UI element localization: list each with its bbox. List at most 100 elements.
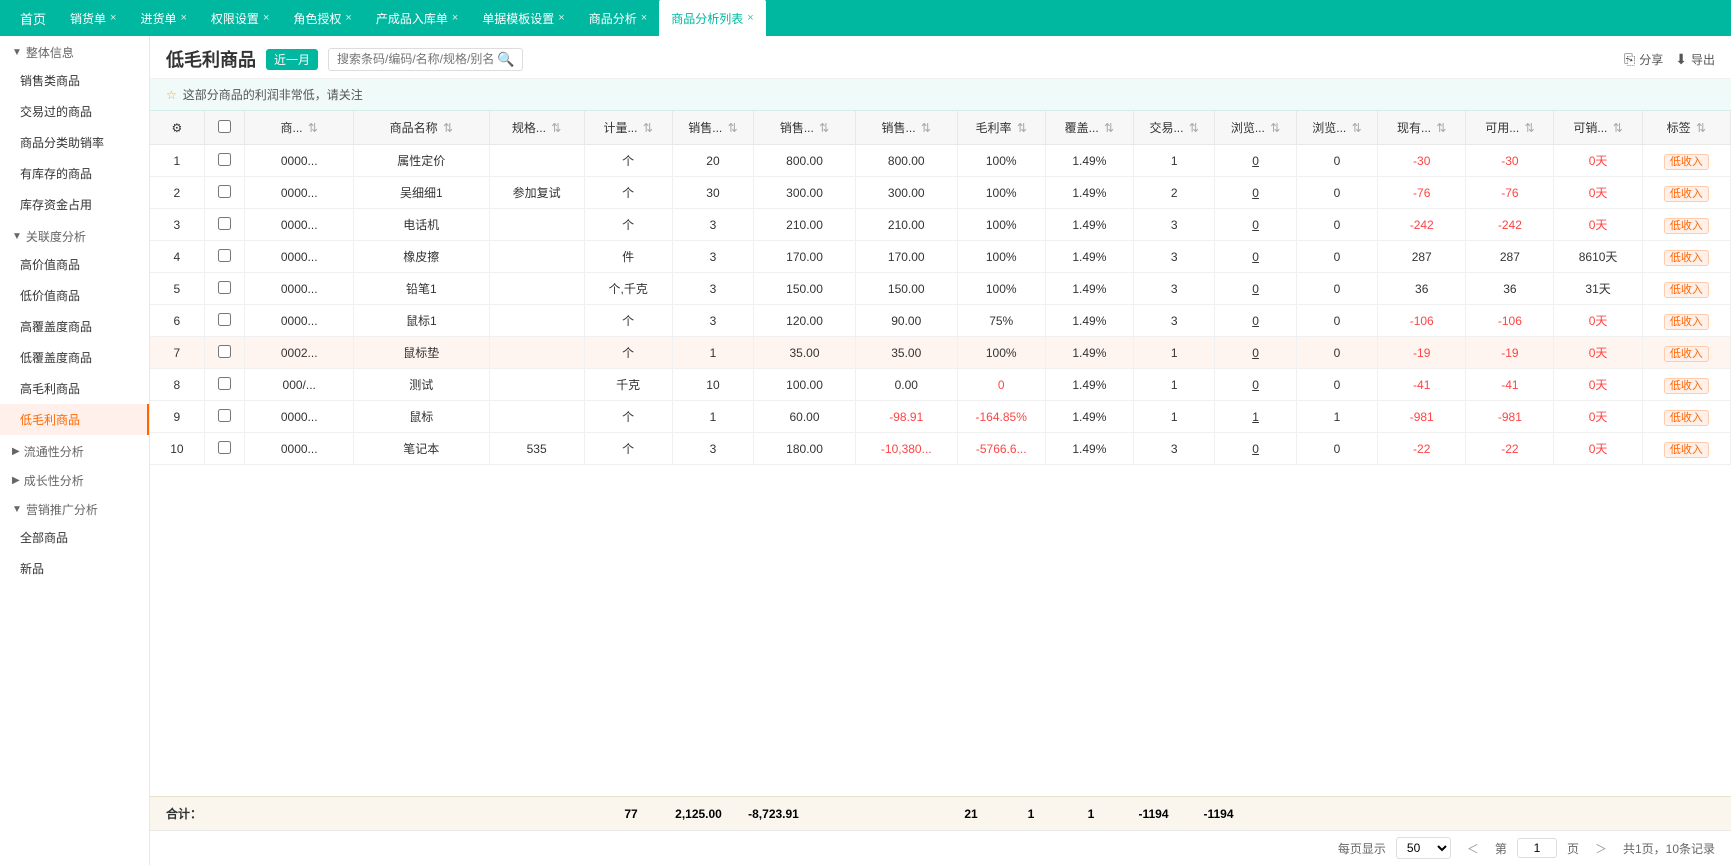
- th-view1[interactable]: 浏览... ⇅: [1215, 111, 1296, 145]
- sort-sales-price-icon[interactable]: ⇅: [819, 121, 829, 135]
- export-button[interactable]: ⬇ 导出: [1675, 51, 1715, 68]
- nav-item-analysis[interactable]: 商品分析 ×: [577, 0, 659, 36]
- sidebar-item-low-coverage[interactable]: 低覆盖度商品: [0, 342, 149, 373]
- sidebar-group-flow[interactable]: ▶ 流通性分析: [0, 435, 149, 464]
- sidebar-group-marketing[interactable]: ▼ 营销推广分析: [0, 493, 149, 522]
- row-checkbox[interactable]: [218, 441, 231, 454]
- sort-tag-icon[interactable]: ⇅: [1696, 121, 1706, 135]
- row-checkbox[interactable]: [218, 217, 231, 230]
- th-settings[interactable]: ⚙: [150, 111, 204, 145]
- row-checkbox[interactable]: [218, 185, 231, 198]
- th-tag[interactable]: 标签 ⇅: [1642, 111, 1730, 145]
- cell-view1[interactable]: 1: [1215, 401, 1296, 433]
- nav-item-roles[interactable]: 角色授权 ×: [281, 0, 363, 36]
- row-checkbox[interactable]: [218, 377, 231, 390]
- close-permissions-icon[interactable]: ×: [263, 12, 269, 24]
- cell-check[interactable]: [204, 337, 245, 369]
- sidebar-item-in-stock[interactable]: 有库存的商品: [0, 158, 149, 189]
- cell-check[interactable]: [204, 241, 245, 273]
- sort-code-icon[interactable]: ⇅: [308, 121, 318, 135]
- close-roles-icon[interactable]: ×: [345, 12, 351, 24]
- cell-check[interactable]: [204, 177, 245, 209]
- th-avail[interactable]: 可用... ⇅: [1466, 111, 1554, 145]
- sort-gross-rate-icon[interactable]: ⇅: [1017, 121, 1027, 135]
- th-current[interactable]: 现有... ⇅: [1378, 111, 1466, 145]
- cell-view1[interactable]: 0: [1215, 369, 1296, 401]
- sidebar-item-all-goods[interactable]: 全部商品: [0, 522, 149, 553]
- table-container[interactable]: ⚙ 商... ⇅ 商品名称 ⇅ 规格... ⇅ 计量... ⇅ 销售... ⇅ …: [150, 111, 1731, 796]
- close-analysis-icon[interactable]: ×: [641, 12, 647, 24]
- sort-sales-profit-icon[interactable]: ⇅: [921, 121, 931, 135]
- sidebar-item-low-value[interactable]: 低价值商品: [0, 280, 149, 311]
- sidebar-group-growth[interactable]: ▶ 成长性分析: [0, 464, 149, 493]
- th-view2[interactable]: 浏览... ⇅: [1296, 111, 1377, 145]
- sidebar-item-capital[interactable]: 库存资金占用: [0, 189, 149, 220]
- sidebar-item-sales-goods[interactable]: 销售类商品: [0, 65, 149, 96]
- close-templates-icon[interactable]: ×: [558, 12, 564, 24]
- search-icon[interactable]: 🔍: [497, 51, 514, 68]
- th-gross-rate[interactable]: 毛利率 ⇅: [957, 111, 1045, 145]
- th-cover[interactable]: 覆盖... ⇅: [1045, 111, 1133, 145]
- cell-check[interactable]: [204, 145, 245, 177]
- select-all-checkbox[interactable]: [218, 120, 231, 133]
- cell-view1[interactable]: 0: [1215, 337, 1296, 369]
- sort-avail-icon[interactable]: ⇅: [1525, 121, 1535, 135]
- cell-view1[interactable]: 0: [1215, 273, 1296, 305]
- sort-sellable-icon[interactable]: ⇅: [1613, 121, 1623, 135]
- sidebar-group-correlation[interactable]: ▼ 关联度分析: [0, 220, 149, 249]
- sidebar-item-new-goods[interactable]: 新品: [0, 553, 149, 584]
- sort-name-icon[interactable]: ⇅: [443, 121, 453, 135]
- th-trade[interactable]: 交易... ⇅: [1133, 111, 1214, 145]
- sidebar-item-high-coverage[interactable]: 高覆盖度商品: [0, 311, 149, 342]
- prev-page-button[interactable]: ＜: [1461, 838, 1485, 859]
- th-sales-profit[interactable]: 销售... ⇅: [855, 111, 957, 145]
- sort-trade-icon[interactable]: ⇅: [1189, 121, 1199, 135]
- th-name[interactable]: 商品名称 ⇅: [353, 111, 489, 145]
- th-unit[interactable]: 计量... ⇅: [584, 111, 672, 145]
- sidebar-item-category-rate[interactable]: 商品分类助销率: [0, 127, 149, 158]
- th-code[interactable]: 商... ⇅: [245, 111, 354, 145]
- th-sales-price[interactable]: 销售... ⇅: [754, 111, 856, 145]
- nav-item-products[interactable]: 产成品入库单 ×: [364, 0, 470, 36]
- sidebar-group-overall[interactable]: ▼ 整体信息: [0, 36, 149, 65]
- cell-check[interactable]: [204, 273, 245, 305]
- cell-check[interactable]: [204, 305, 245, 337]
- th-spec[interactable]: 规格... ⇅: [489, 111, 584, 145]
- sidebar-item-high-margin[interactable]: 高毛利商品: [0, 373, 149, 404]
- cell-check[interactable]: [204, 369, 245, 401]
- close-products-icon[interactable]: ×: [452, 12, 458, 24]
- row-checkbox[interactable]: [218, 409, 231, 422]
- th-sales-qty[interactable]: 销售... ⇅: [672, 111, 753, 145]
- date-badge[interactable]: 近一月: [266, 49, 318, 70]
- nav-item-analysis-list[interactable]: 商品分析列表 ×: [659, 0, 765, 36]
- sidebar-item-low-margin[interactable]: 低毛利商品: [0, 404, 149, 435]
- cell-check[interactable]: [204, 401, 245, 433]
- sort-view2-icon[interactable]: ⇅: [1352, 121, 1362, 135]
- sort-unit-icon[interactable]: ⇅: [643, 121, 653, 135]
- nav-item-purchase[interactable]: 进货单 ×: [128, 0, 198, 36]
- cell-check[interactable]: [204, 209, 245, 241]
- share-button[interactable]: ⎘ 分享: [1624, 51, 1663, 68]
- th-checkbox[interactable]: [204, 111, 245, 145]
- sort-current-icon[interactable]: ⇅: [1436, 121, 1446, 135]
- cell-view1[interactable]: 0: [1215, 177, 1296, 209]
- cell-view1[interactable]: 0: [1215, 209, 1296, 241]
- sort-spec-icon[interactable]: ⇅: [551, 121, 561, 135]
- row-checkbox[interactable]: [218, 313, 231, 326]
- cell-view1[interactable]: 0: [1215, 145, 1296, 177]
- close-sales-icon[interactable]: ×: [110, 12, 116, 24]
- close-analysis-list-icon[interactable]: ×: [747, 12, 753, 24]
- per-page-select[interactable]: 50 20 100: [1396, 837, 1451, 859]
- cell-check[interactable]: [204, 433, 245, 465]
- sidebar-item-high-value[interactable]: 高价值商品: [0, 249, 149, 280]
- sort-cover-icon[interactable]: ⇅: [1104, 121, 1114, 135]
- cell-view1[interactable]: 0: [1215, 241, 1296, 273]
- cell-view1[interactable]: 0: [1215, 433, 1296, 465]
- row-checkbox[interactable]: [218, 249, 231, 262]
- th-sellable[interactable]: 可销... ⇅: [1554, 111, 1642, 145]
- sidebar-item-traded-goods[interactable]: 交易过的商品: [0, 96, 149, 127]
- sort-sales-qty-icon[interactable]: ⇅: [728, 121, 738, 135]
- row-checkbox[interactable]: [218, 153, 231, 166]
- row-checkbox[interactable]: [218, 281, 231, 294]
- nav-item-permissions[interactable]: 权限设置 ×: [199, 0, 281, 36]
